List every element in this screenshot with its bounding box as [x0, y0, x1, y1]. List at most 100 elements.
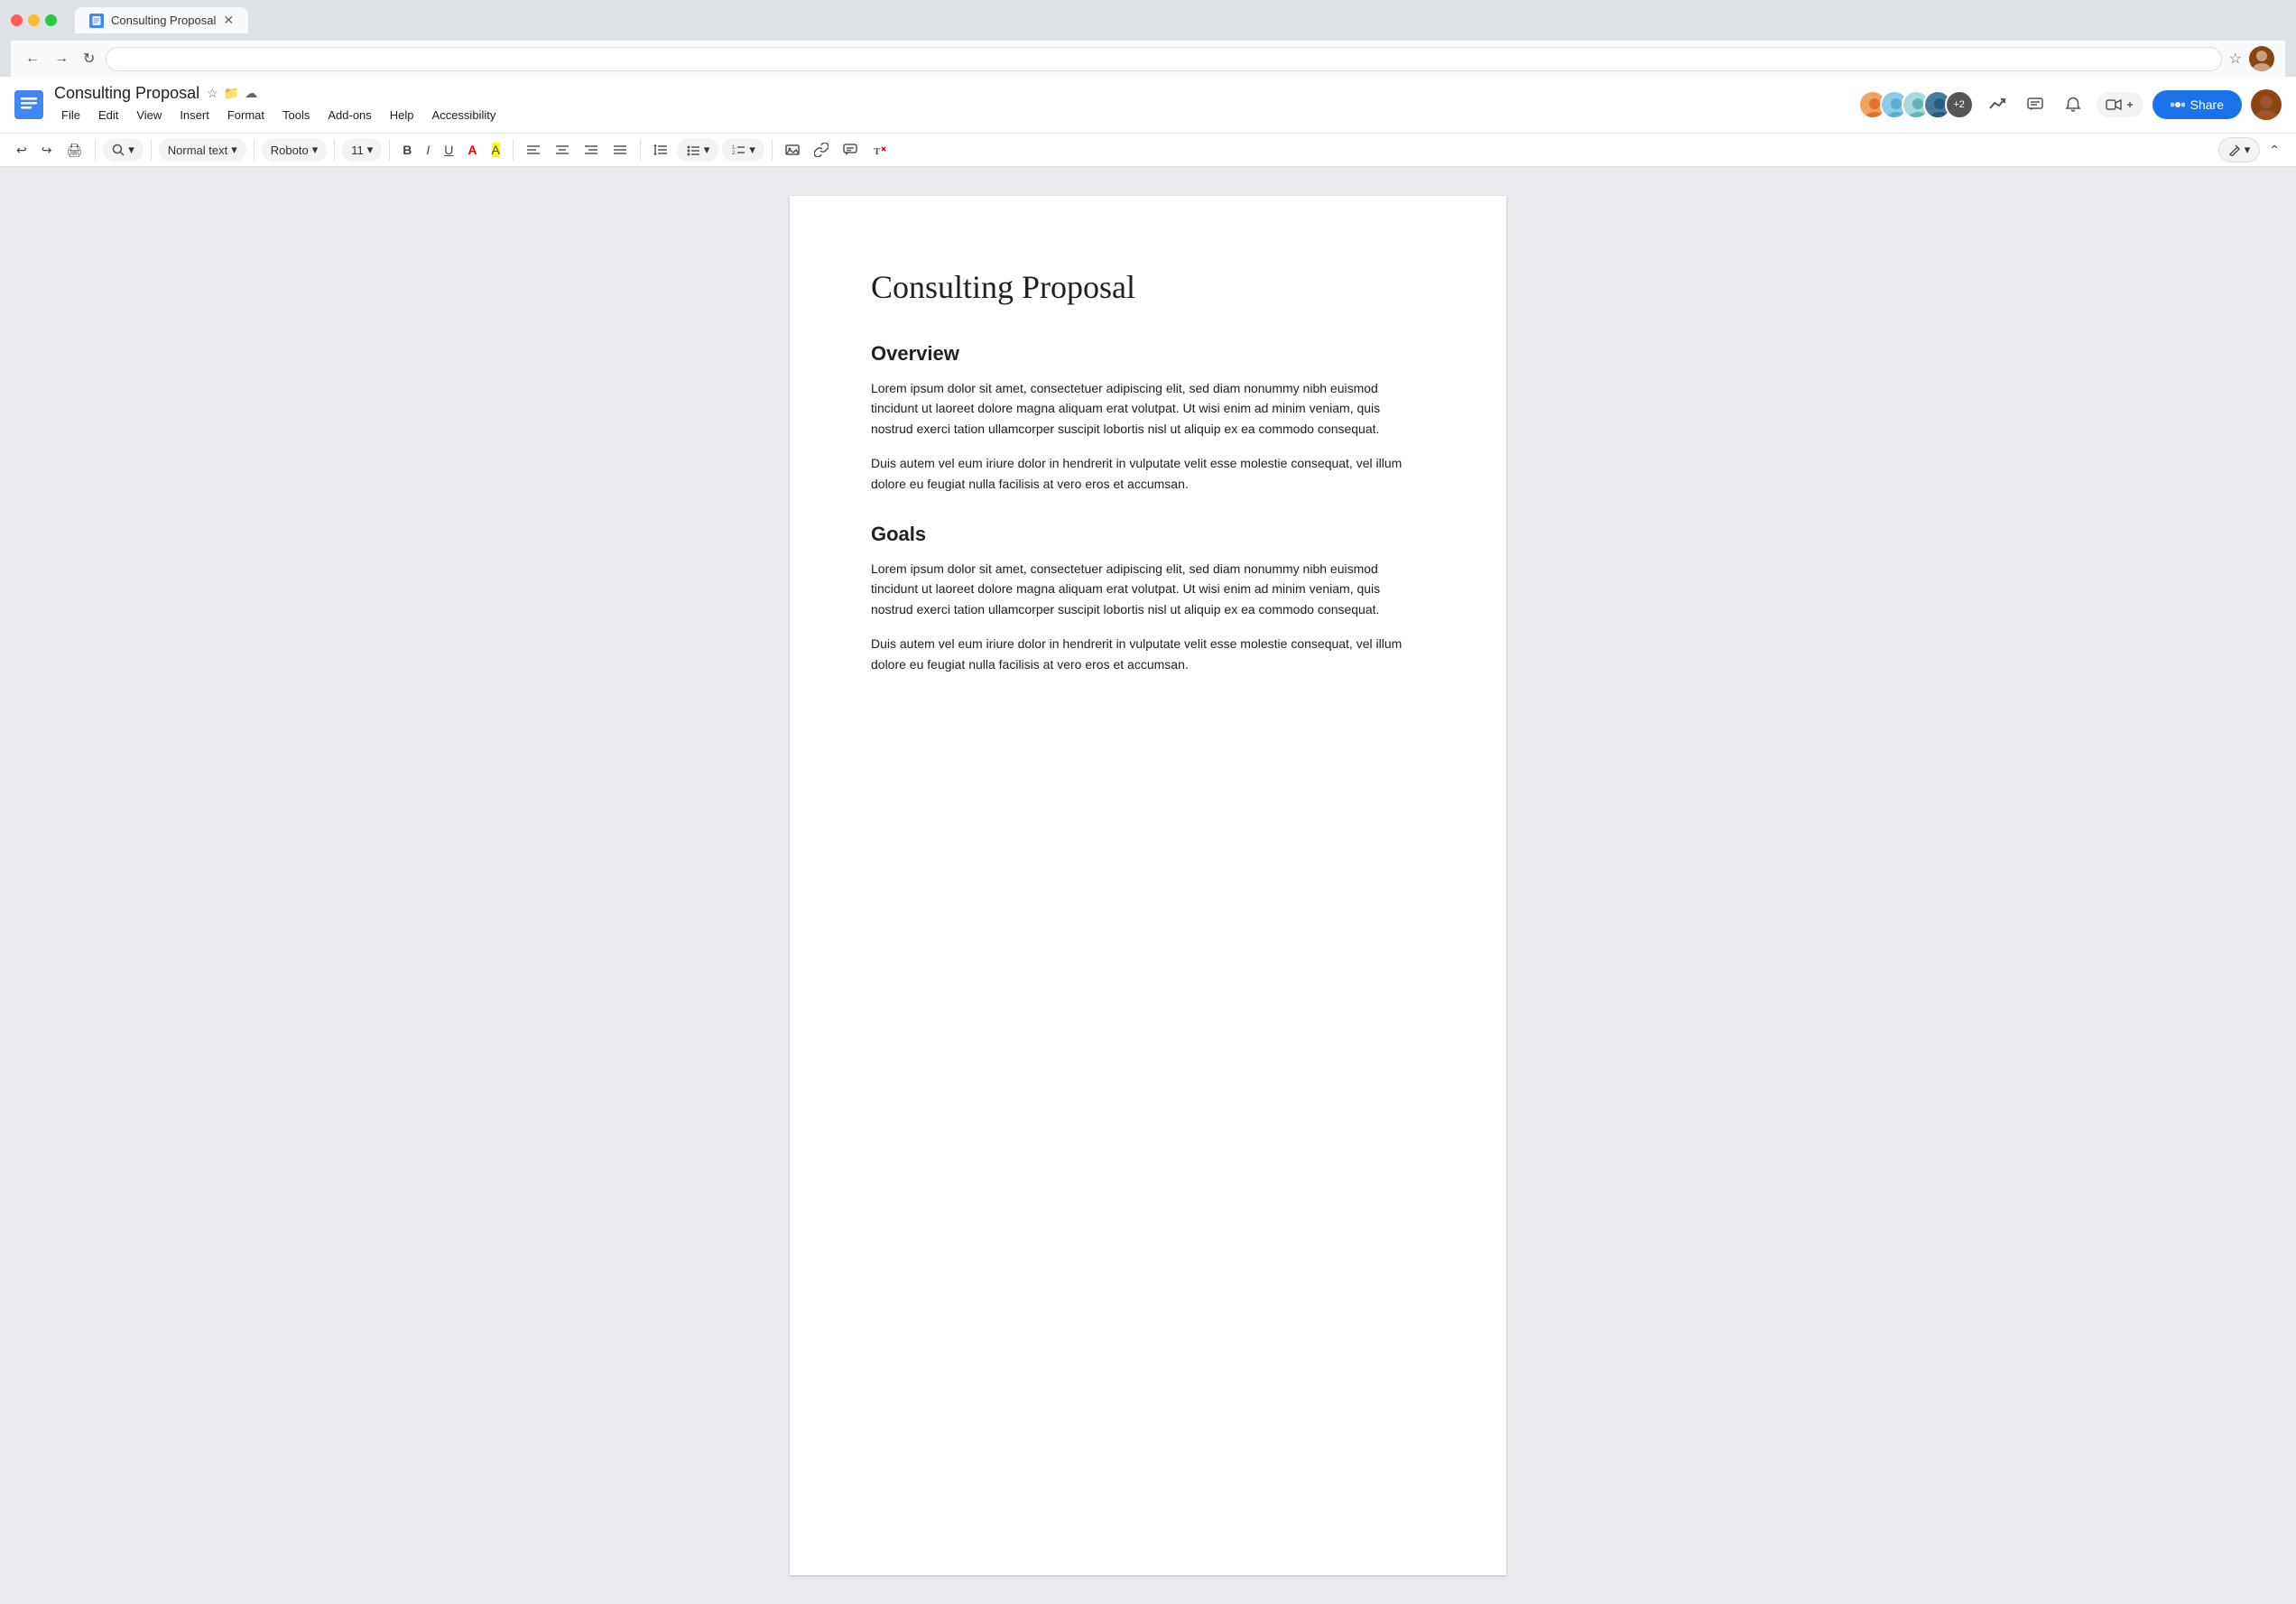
- numbered-list-button[interactable]: 1.2. ▾: [722, 138, 764, 162]
- undo-button[interactable]: ↩: [11, 139, 32, 162]
- font-dropdown[interactable]: Roboto ▾: [262, 138, 327, 162]
- italic-button[interactable]: I: [421, 139, 435, 161]
- maximize-window-button[interactable]: [45, 14, 57, 26]
- menu-help[interactable]: Help: [383, 105, 421, 125]
- bold-button[interactable]: B: [397, 139, 417, 161]
- expand-toolbar-button[interactable]: ⌃: [2264, 139, 2285, 162]
- text-style-arrow: ▾: [231, 143, 237, 157]
- app-header: Consulting Proposal ☆ 📁 ☁ File Edit View…: [0, 77, 2296, 134]
- zoom-dropdown-arrow: ▾: [128, 143, 134, 157]
- header-right: +2 Share: [1858, 89, 2282, 120]
- doc-title-area: Consulting Proposal ☆ 📁 ☁ File Edit View…: [54, 84, 1847, 125]
- menu-insert[interactable]: Insert: [172, 105, 217, 125]
- bullet-list-button[interactable]: ▾: [677, 138, 719, 162]
- bullet-list-arrow: ▾: [704, 143, 710, 157]
- address-bar-row: ← → ↻ ☆: [11, 41, 2285, 77]
- justify-button[interactable]: [607, 139, 633, 161]
- user-profile-avatar[interactable]: [2251, 89, 2282, 120]
- page-area: Consulting Proposal Overview Lorem ipsum…: [0, 167, 2296, 1604]
- redo-button[interactable]: ↪: [36, 139, 58, 162]
- font-arrow: ▾: [312, 143, 319, 157]
- share-button-label: Share: [2190, 97, 2224, 112]
- print-button[interactable]: 🖨: [60, 139, 88, 162]
- formatting-toolbar: ↩ ↪ 🖨 ▾ Normal text ▾ Roboto ▾ 11 ▾ B: [0, 134, 2296, 167]
- app-logo: [14, 90, 43, 119]
- font-label: Roboto: [271, 144, 309, 157]
- back-button[interactable]: ←: [22, 47, 43, 70]
- numbered-list-arrow: ▾: [749, 143, 755, 157]
- goals-paragraph-2[interactable]: Duis autem vel eum iriure dolor in hendr…: [871, 634, 1425, 674]
- align-right-button[interactable]: [579, 139, 604, 161]
- menu-bar: File Edit View Insert Format Tools Add-o…: [54, 105, 1847, 125]
- menu-tools[interactable]: Tools: [275, 105, 317, 125]
- overview-heading: Overview: [871, 342, 1425, 366]
- star-icon[interactable]: ☆: [207, 86, 218, 101]
- insert-link-button[interactable]: [809, 139, 834, 161]
- editing-mode-arrow: ▾: [2245, 143, 2251, 157]
- text-style-label: Normal text: [168, 144, 227, 157]
- share-button[interactable]: Share: [2152, 90, 2242, 119]
- editing-mode-dropdown[interactable]: ▾: [2218, 137, 2261, 162]
- toolbar-divider-3: [254, 139, 255, 161]
- font-size-label: 11: [351, 144, 364, 157]
- overview-paragraph-1[interactable]: Lorem ipsum dolor sit amet, consectetuer…: [871, 378, 1425, 439]
- menu-view[interactable]: View: [129, 105, 169, 125]
- toolbar-divider-1: [95, 139, 96, 161]
- font-size-dropdown[interactable]: 11 ▾: [342, 138, 382, 162]
- align-left-button[interactable]: [521, 139, 546, 161]
- collaborator-avatar-overflow: +2: [1945, 90, 1974, 119]
- svg-text:T: T: [874, 146, 881, 157]
- goals-section: Goals Lorem ipsum dolor sit amet, consec…: [871, 523, 1425, 674]
- traffic-lights: [11, 14, 57, 26]
- meet-icon-button[interactable]: [2097, 92, 2143, 117]
- menu-file[interactable]: File: [54, 105, 88, 125]
- folder-icon[interactable]: 📁: [224, 86, 239, 101]
- menu-format[interactable]: Format: [220, 105, 272, 125]
- highlight-label: A: [492, 143, 500, 157]
- browser-profile-icon[interactable]: [2249, 46, 2274, 71]
- insert-comment-button[interactable]: [838, 139, 863, 161]
- notifications-icon-button[interactable]: [2059, 90, 2088, 119]
- browser-chrome: Consulting Proposal ✕ ← → ↻ ☆: [0, 0, 2296, 77]
- tab-close-button[interactable]: ✕: [223, 13, 234, 28]
- toolbar-divider-2: [151, 139, 152, 161]
- align-center-button[interactable]: [550, 139, 575, 161]
- text-color-button[interactable]: A: [462, 139, 482, 161]
- overview-paragraph-2[interactable]: Duis autem vel eum iriure dolor in hendr…: [871, 453, 1425, 494]
- underline-button[interactable]: U: [439, 139, 458, 161]
- doc-title-icons: ☆ 📁 ☁: [207, 86, 257, 101]
- activity-icon-button[interactable]: [1983, 90, 2012, 119]
- refresh-button[interactable]: ↻: [79, 46, 98, 71]
- text-color-label: A: [468, 143, 477, 157]
- active-tab[interactable]: Consulting Proposal ✕: [75, 7, 248, 33]
- comments-icon-button[interactable]: [2021, 90, 2050, 119]
- doc-title[interactable]: Consulting Proposal: [54, 84, 199, 103]
- menu-addons[interactable]: Add-ons: [320, 105, 378, 125]
- clear-formatting-button[interactable]: T: [866, 139, 892, 161]
- main-layout: Consulting Proposal Overview Lorem ipsum…: [0, 167, 2296, 1604]
- tab-bar: Consulting Proposal ✕: [75, 7, 248, 33]
- toolbar-divider-4: [334, 139, 335, 161]
- forward-button[interactable]: →: [51, 47, 72, 70]
- menu-accessibility[interactable]: Accessibility: [425, 105, 504, 125]
- menu-edit[interactable]: Edit: [91, 105, 125, 125]
- overview-section: Overview Lorem ipsum dolor sit amet, con…: [871, 342, 1425, 494]
- line-spacing-button[interactable]: [648, 139, 673, 161]
- insert-image-button[interactable]: [780, 139, 805, 161]
- minimize-window-button[interactable]: [28, 14, 40, 26]
- bookmark-icon[interactable]: ☆: [2229, 50, 2242, 68]
- svg-text:2.: 2.: [732, 151, 736, 156]
- text-style-dropdown[interactable]: Normal text ▾: [159, 138, 246, 162]
- doc-title-row: Consulting Proposal ☆ 📁 ☁: [54, 84, 1847, 103]
- zoom-button[interactable]: ▾: [103, 138, 144, 162]
- goals-heading: Goals: [871, 523, 1425, 546]
- goals-paragraph-1[interactable]: Lorem ipsum dolor sit amet, consectetuer…: [871, 559, 1425, 619]
- address-input[interactable]: [106, 47, 2221, 71]
- cloud-icon[interactable]: ☁: [245, 86, 257, 101]
- app-body: Consulting Proposal ☆ 📁 ☁ File Edit View…: [0, 77, 2296, 1604]
- editing-mode-area: ▾ ⌃: [2218, 137, 2285, 162]
- document-page[interactable]: Consulting Proposal Overview Lorem ipsum…: [790, 196, 1506, 1575]
- document-main-title[interactable]: Consulting Proposal: [871, 268, 1425, 306]
- close-window-button[interactable]: [11, 14, 23, 26]
- highlight-button[interactable]: A: [486, 139, 505, 161]
